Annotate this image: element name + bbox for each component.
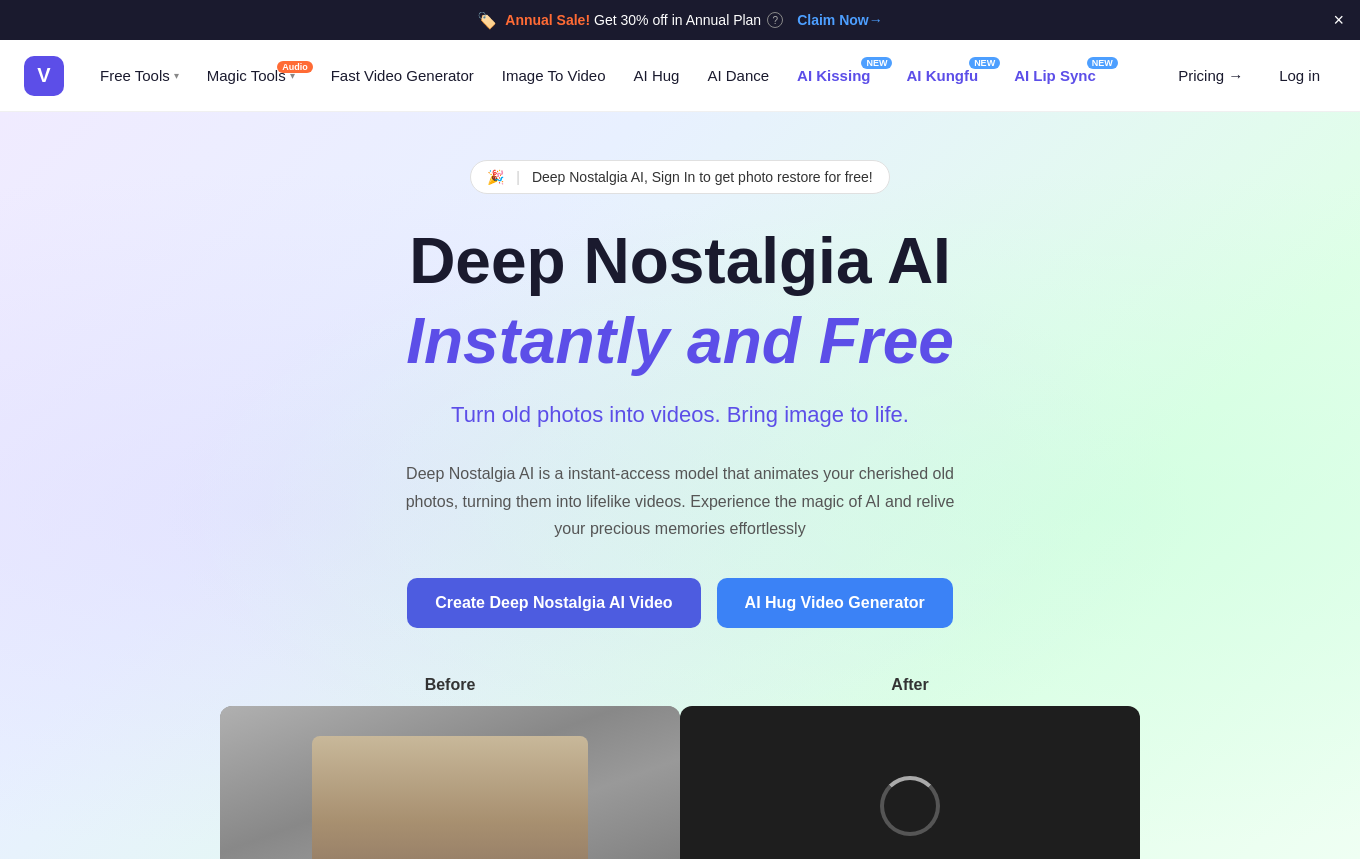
hero-title: Deep Nostalgia AI <box>409 226 951 296</box>
after-image <box>680 706 1140 859</box>
ai-hug-video-button[interactable]: AI Hug Video Generator <box>717 578 953 628</box>
logo-icon: V <box>24 56 64 96</box>
nav-right: Pricing → Log in <box>1166 59 1336 92</box>
ai-hug-label: AI Hug <box>634 67 680 84</box>
ai-kissing-label: AI Kissing <box>797 67 870 84</box>
magic-tools-label: Magic Tools <box>207 67 286 84</box>
pricing-label: Pricing <box>1178 67 1224 84</box>
loading-spinner <box>880 776 940 836</box>
navbar: V Free Tools ▾ Magic Tools ▾ Audio Fast … <box>0 40 1360 112</box>
nav-item-free-tools[interactable]: Free Tools ▾ <box>88 59 191 92</box>
chip-divider: | <box>516 169 520 185</box>
ai-dance-label: AI Dance <box>707 67 769 84</box>
login-button[interactable]: Log in <box>1263 59 1336 92</box>
nav-item-ai-hug[interactable]: AI Hug <box>622 59 692 92</box>
before-column: Before <box>220 676 680 859</box>
chip-text: Deep Nostalgia AI, Sign In to get photo … <box>532 169 873 185</box>
hero-title-colored: Instantly and Free <box>406 304 954 378</box>
chevron-down-icon: ▾ <box>174 70 179 81</box>
hero-buttons: Create Deep Nostalgia AI Video AI Hug Vi… <box>407 578 953 628</box>
vintage-photo <box>220 706 680 859</box>
hero-subtitle: Turn old photos into videos. Bring image… <box>451 402 909 428</box>
nav-item-ai-dance[interactable]: AI Dance <box>695 59 781 92</box>
announcement-close-button[interactable]: × <box>1333 10 1344 31</box>
tag-icon: 🏷️ <box>477 11 497 30</box>
nav-item-ai-kissing[interactable]: AI Kissing NEW <box>785 59 890 92</box>
announcement-bar: 🏷️ Annual Sale! Get 30% off in Annual Pl… <box>0 0 1360 40</box>
hero-subtitle-end: . <box>903 402 909 427</box>
ai-kungfu-badge: NEW <box>969 57 1000 69</box>
chip-emoji: 🎉 <box>487 169 504 185</box>
nav-items: Free Tools ▾ Magic Tools ▾ Audio Fast Vi… <box>88 59 1166 92</box>
nav-item-magic-tools[interactable]: Magic Tools ▾ Audio <box>195 59 315 92</box>
logo[interactable]: V <box>24 56 64 96</box>
hero-subtitle-highlight: to life <box>844 402 903 427</box>
nav-item-ai-kungfu[interactable]: AI Kungfu NEW <box>894 59 998 92</box>
ai-lip-sync-badge: NEW <box>1087 57 1118 69</box>
nav-item-image-to-video[interactable]: Image To Video <box>490 59 618 92</box>
hero-section: 🎉 | Deep Nostalgia AI, Sign In to get ph… <box>0 112 1360 859</box>
sale-label: Annual Sale! <box>505 12 590 28</box>
nav-item-fast-video[interactable]: Fast Video Generator <box>319 59 486 92</box>
image-to-video-label: Image To Video <box>502 67 606 84</box>
after-column: After <box>680 676 1140 859</box>
pricing-button[interactable]: Pricing → <box>1166 59 1255 92</box>
sale-description: Get 30% off in Annual Plan <box>594 12 761 28</box>
fast-video-label: Fast Video Generator <box>331 67 474 84</box>
before-after-section: Before After <box>220 676 1140 859</box>
before-label: Before <box>220 676 680 694</box>
ai-lip-sync-label: AI Lip Sync <box>1014 67 1096 84</box>
magic-tools-badge: Audio <box>277 61 313 73</box>
nav-item-ai-lip-sync[interactable]: AI Lip Sync NEW <box>1002 59 1116 92</box>
claim-now-link[interactable]: Claim Now→ <box>797 12 883 28</box>
create-video-button[interactable]: Create Deep Nostalgia AI Video <box>407 578 700 628</box>
help-icon[interactable]: ? <box>767 12 783 28</box>
hero-description: Deep Nostalgia AI is a instant-access mo… <box>390 460 970 542</box>
free-tools-label: Free Tools <box>100 67 170 84</box>
ai-kissing-badge: NEW <box>861 57 892 69</box>
ai-kungfu-label: AI Kungfu <box>906 67 978 84</box>
hero-subtitle-text: Turn old photos into videos. Bring image <box>451 402 844 427</box>
pricing-arrow: → <box>1228 67 1243 84</box>
hero-announcement-chip[interactable]: 🎉 | Deep Nostalgia AI, Sign In to get ph… <box>470 160 890 194</box>
after-label: After <box>680 676 1140 694</box>
before-image <box>220 706 680 859</box>
